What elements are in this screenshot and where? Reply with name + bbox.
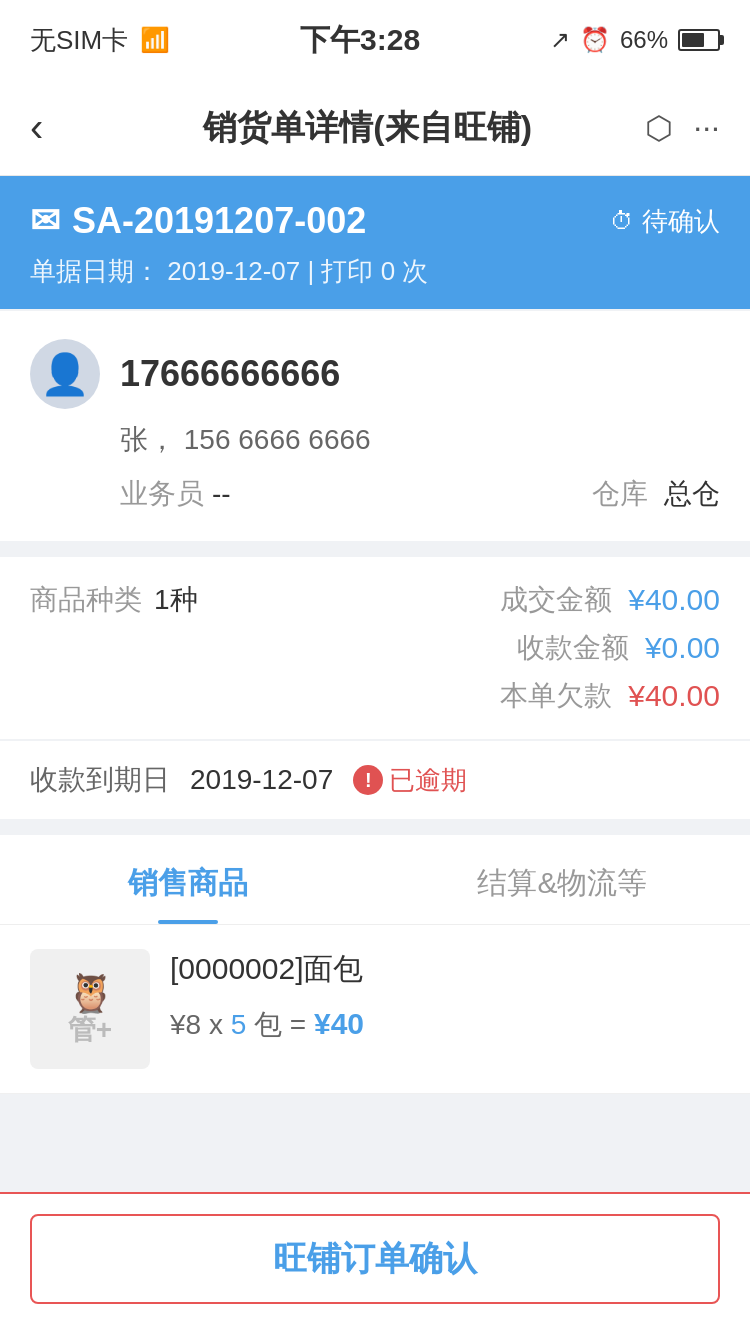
order-status-text: 待确认 bbox=[642, 204, 720, 239]
customer-contact: 张， 156 6666 6666 bbox=[30, 421, 720, 459]
customer-meta: 业务员 -- 仓库 总仓 bbox=[30, 475, 720, 513]
tabs-bar: 销售商品 结算&物流等 bbox=[0, 835, 750, 925]
tab-settlement-label: 结算&物流等 bbox=[477, 866, 647, 899]
summary-section: 商品种类 1种 成交金额 ¥40.00 收款金额 ¥0.00 本单欠款 ¥40.… bbox=[0, 557, 750, 739]
customer-phone: 17666666666 bbox=[120, 353, 340, 395]
price-unit: 包 bbox=[254, 1009, 282, 1040]
owed-label: 本单欠款 bbox=[500, 677, 612, 715]
battery-icon bbox=[678, 29, 720, 51]
alarm-icon: ⏰ bbox=[580, 26, 610, 54]
clock-icon: ⏱ bbox=[610, 207, 634, 235]
amount-value: ¥40.00 bbox=[628, 583, 720, 617]
due-date-value: 2019-12-07 bbox=[190, 764, 333, 796]
date-separator: | bbox=[307, 256, 321, 286]
amounts: 成交金额 ¥40.00 收款金额 ¥0.00 本单欠款 ¥40.00 bbox=[500, 581, 720, 715]
status-left: 无SIM卡 📶 bbox=[30, 23, 170, 58]
back-button[interactable]: ‹ bbox=[30, 105, 90, 150]
product-logo: 🦉 管+ bbox=[67, 973, 114, 1046]
product-details: [0000002]面包 ¥8 x 5 包 = ¥40 bbox=[170, 949, 720, 1044]
tab-sales-products[interactable]: 销售商品 bbox=[0, 835, 375, 924]
product-image: 🦉 管+ bbox=[30, 949, 150, 1069]
order-id-text: SA-20191207-002 bbox=[72, 200, 366, 242]
status-badge: ⏱ 待确认 bbox=[610, 204, 720, 239]
status-right: ↗ ⏰ 66% bbox=[550, 26, 720, 54]
print-count: 0 bbox=[381, 256, 395, 286]
amount-row: 成交金额 ¥40.00 bbox=[500, 581, 720, 619]
product-item: 🦉 管+ [0000002]面包 ¥8 x 5 包 = ¥40 bbox=[0, 925, 750, 1094]
share-icon[interactable]: ⬡ bbox=[645, 109, 673, 147]
warning-icon: ! bbox=[353, 765, 383, 795]
header-card-top: ✉ SA-20191207-002 ⏱ 待确认 bbox=[30, 200, 720, 242]
status-bar: 无SIM卡 📶 下午3:28 ↗ ⏰ 66% bbox=[0, 0, 750, 80]
overdue-badge: ! 已逾期 bbox=[353, 763, 467, 798]
battery-percent: 66% bbox=[620, 26, 668, 54]
more-icon[interactable]: ··· bbox=[693, 109, 720, 146]
owed-row: 本单欠款 ¥40.00 bbox=[500, 677, 720, 715]
print-suffix: 次 bbox=[402, 256, 428, 286]
product-price: ¥8 x 5 包 = ¥40 bbox=[170, 1006, 720, 1044]
status-time: 下午3:28 bbox=[300, 20, 420, 61]
equals-sign: = bbox=[290, 1009, 314, 1040]
print-label: 打印 bbox=[321, 256, 373, 286]
order-icon: ✉ bbox=[30, 200, 60, 242]
received-row: 收款金额 ¥0.00 bbox=[517, 629, 720, 667]
customer-section: 👤 17666666666 张， 156 6666 6666 业务员 -- 仓库… bbox=[0, 311, 750, 541]
logo-owl: 🦉 bbox=[67, 973, 114, 1015]
due-section: 收款到期日 2019-12-07 ! 已逾期 bbox=[0, 741, 750, 819]
contact-name: 张， bbox=[120, 424, 176, 455]
order-date-line: 单据日期： 2019-12-07 | 打印 0 次 bbox=[30, 254, 720, 289]
wifi-icon: 📶 bbox=[140, 26, 170, 54]
carrier-text: 无SIM卡 bbox=[30, 23, 128, 58]
header-card: ✉ SA-20191207-002 ⏱ 待确认 单据日期： 2019-12-07… bbox=[0, 176, 750, 309]
overdue-text: 已逾期 bbox=[389, 763, 467, 798]
avatar-icon: 👤 bbox=[40, 351, 90, 398]
warehouse-value: 总仓 bbox=[664, 475, 720, 513]
logo-plus: 管+ bbox=[68, 1015, 112, 1046]
price-qty: 5 bbox=[231, 1009, 247, 1040]
due-label: 收款到期日 bbox=[30, 761, 170, 799]
sales-rep-label: 业务员 bbox=[120, 475, 204, 513]
customer-row: 👤 17666666666 bbox=[30, 339, 720, 409]
summary-row: 商品种类 1种 成交金额 ¥40.00 收款金额 ¥0.00 本单欠款 ¥40.… bbox=[30, 581, 720, 715]
nav-actions: ⬡ ··· bbox=[645, 109, 720, 147]
location-icon: ↗ bbox=[550, 26, 570, 54]
tab-sales-label: 销售商品 bbox=[128, 866, 248, 899]
received-value: ¥0.00 bbox=[645, 631, 720, 665]
product-type-value: 1种 bbox=[154, 581, 198, 619]
tab-settlement[interactable]: 结算&物流等 bbox=[375, 835, 750, 924]
confirm-order-button[interactable]: 旺铺订单确认 bbox=[30, 1214, 720, 1304]
page-title: 销货单详情(来自旺铺) bbox=[203, 105, 532, 151]
nav-bar: ‹ 销货单详情(来自旺铺) ⬡ ··· bbox=[0, 80, 750, 176]
warehouse-label: 仓库 bbox=[592, 475, 648, 513]
owed-value: ¥40.00 bbox=[628, 679, 720, 713]
price-total: ¥40 bbox=[314, 1007, 364, 1040]
received-label: 收款金额 bbox=[517, 629, 629, 667]
multiply-sign: x bbox=[209, 1009, 231, 1040]
amount-label: 成交金额 bbox=[500, 581, 612, 619]
order-date: 2019-12-07 bbox=[167, 256, 300, 286]
sales-rep-value: -- bbox=[212, 478, 231, 510]
price-base: ¥8 bbox=[170, 1009, 201, 1040]
bottom-bar: 旺铺订单确认 bbox=[0, 1192, 750, 1334]
product-type-info: 商品种类 1种 bbox=[30, 581, 500, 619]
tab-active-indicator bbox=[158, 920, 218, 924]
product-type-label: 商品种类 bbox=[30, 581, 142, 619]
order-id: ✉ SA-20191207-002 bbox=[30, 200, 366, 242]
product-name: [0000002]面包 bbox=[170, 949, 720, 990]
contact-phone: 156 6666 6666 bbox=[184, 424, 371, 455]
date-label: 单据日期： bbox=[30, 256, 160, 286]
avatar: 👤 bbox=[30, 339, 100, 409]
